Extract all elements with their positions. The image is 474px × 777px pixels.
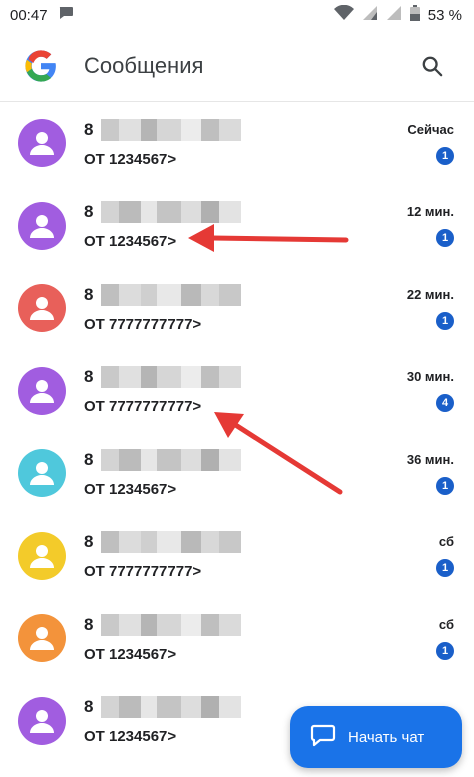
person-icon: [30, 709, 54, 733]
contact-avatar: [18, 531, 66, 580]
blurred-sender-number: [101, 448, 242, 471]
person-icon: [30, 132, 54, 156]
message-preview: ОТ 7777777777>: [84, 315, 202, 333]
sender-number-prefix: 8: [84, 614, 94, 634]
sender-number-prefix: 8: [84, 202, 94, 222]
search-icon: [422, 56, 443, 76]
sender-number-prefix: 8: [84, 119, 94, 139]
message-time: сб: [438, 534, 454, 550]
conversation-list: 8 ОТ 1234567> Сейчас 1 8 ОТ 1234567> 12 …: [0, 102, 474, 762]
search-button[interactable]: [412, 46, 452, 86]
message-preview: ОТ 1234567>: [84, 480, 177, 498]
message-preview: ОТ 1234567>: [84, 645, 177, 663]
message-time: 12 мин.: [406, 204, 454, 220]
chat-notification-icon: [58, 6, 74, 24]
unread-count-badge: 1: [436, 641, 454, 660]
blurred-sender-number: [101, 283, 242, 306]
start-chat-button[interactable]: Начать чат: [290, 706, 462, 768]
unread-count-badge: 1: [436, 311, 454, 330]
chat-bubble-icon: [310, 723, 336, 751]
unread-count-badge: 1: [436, 476, 454, 495]
message-time: 36 мин.: [406, 451, 454, 467]
contact-avatar: [18, 119, 66, 168]
wifi-icon: [333, 4, 354, 25]
conversation-item[interactable]: 8 ОТ 1234567> 36 мин. 1: [0, 432, 474, 515]
conversation-item[interactable]: 8 ОТ 7777777777> 22 мин. 1: [0, 267, 474, 350]
contact-avatar: [18, 284, 66, 333]
conversation-item[interactable]: 8 ОТ 1234567> Сейчас 1: [0, 102, 474, 185]
contact-avatar: [18, 366, 66, 415]
blurred-sender-number: [101, 366, 242, 389]
message-preview: ОТ 1234567>: [84, 233, 177, 251]
blurred-sender-number: [101, 201, 242, 224]
signal-icon: [362, 5, 378, 25]
message-time: 30 мин.: [406, 369, 454, 385]
contact-avatar: [18, 696, 66, 745]
contact-avatar: [18, 449, 66, 498]
unread-count-badge: 1: [436, 559, 454, 578]
battery-icon: [409, 5, 420, 25]
person-icon: [30, 627, 54, 651]
message-preview: ОТ 1234567>: [84, 150, 177, 168]
app-title: Сообщения: [84, 52, 204, 78]
conversation-item[interactable]: 8 ОТ 7777777777> сб 1: [0, 515, 474, 598]
person-icon: [30, 462, 54, 486]
blurred-sender-number: [101, 613, 242, 636]
sender-number-prefix: 8: [84, 449, 94, 469]
person-icon: [30, 297, 54, 321]
start-chat-label: Начать чат: [348, 728, 425, 746]
battery-level: 53 %: [427, 6, 462, 24]
unread-count-badge: 1: [436, 146, 454, 165]
status-bar: 00:47 53 %: [0, 0, 474, 30]
person-icon: [30, 379, 54, 403]
sender-number-prefix: 8: [84, 367, 94, 387]
message-preview: ОТ 7777777777>: [84, 563, 202, 581]
conversation-item[interactable]: 8 ОТ 7777777777> 30 мин. 4: [0, 350, 474, 433]
message-time: 22 мин.: [406, 286, 454, 302]
message-preview: ОТ 7777777777>: [84, 398, 202, 416]
google-logo-icon: [24, 49, 58, 83]
unread-count-badge: 4: [436, 394, 454, 413]
contact-avatar: [18, 201, 66, 250]
unread-count-badge: 1: [436, 229, 454, 248]
conversation-item[interactable]: 8 ОТ 1234567> 12 мин. 1: [0, 185, 474, 268]
status-time: 00:47: [10, 6, 48, 24]
sender-number-prefix: 8: [84, 532, 94, 552]
signal-icon-2: [386, 5, 402, 25]
message-time: Сейчас: [407, 121, 454, 137]
message-time: сб: [438, 616, 454, 632]
person-icon: [30, 544, 54, 568]
blurred-sender-number: [101, 696, 242, 719]
contact-avatar: [18, 614, 66, 663]
conversation-item[interactable]: 8 ОТ 1234567> сб 1: [0, 597, 474, 680]
person-icon: [30, 214, 54, 238]
app-bar: Сообщения: [0, 30, 474, 102]
sender-number-prefix: 8: [84, 697, 94, 717]
blurred-sender-number: [101, 531, 242, 554]
blurred-sender-number: [101, 118, 242, 141]
sender-number-prefix: 8: [84, 284, 94, 304]
